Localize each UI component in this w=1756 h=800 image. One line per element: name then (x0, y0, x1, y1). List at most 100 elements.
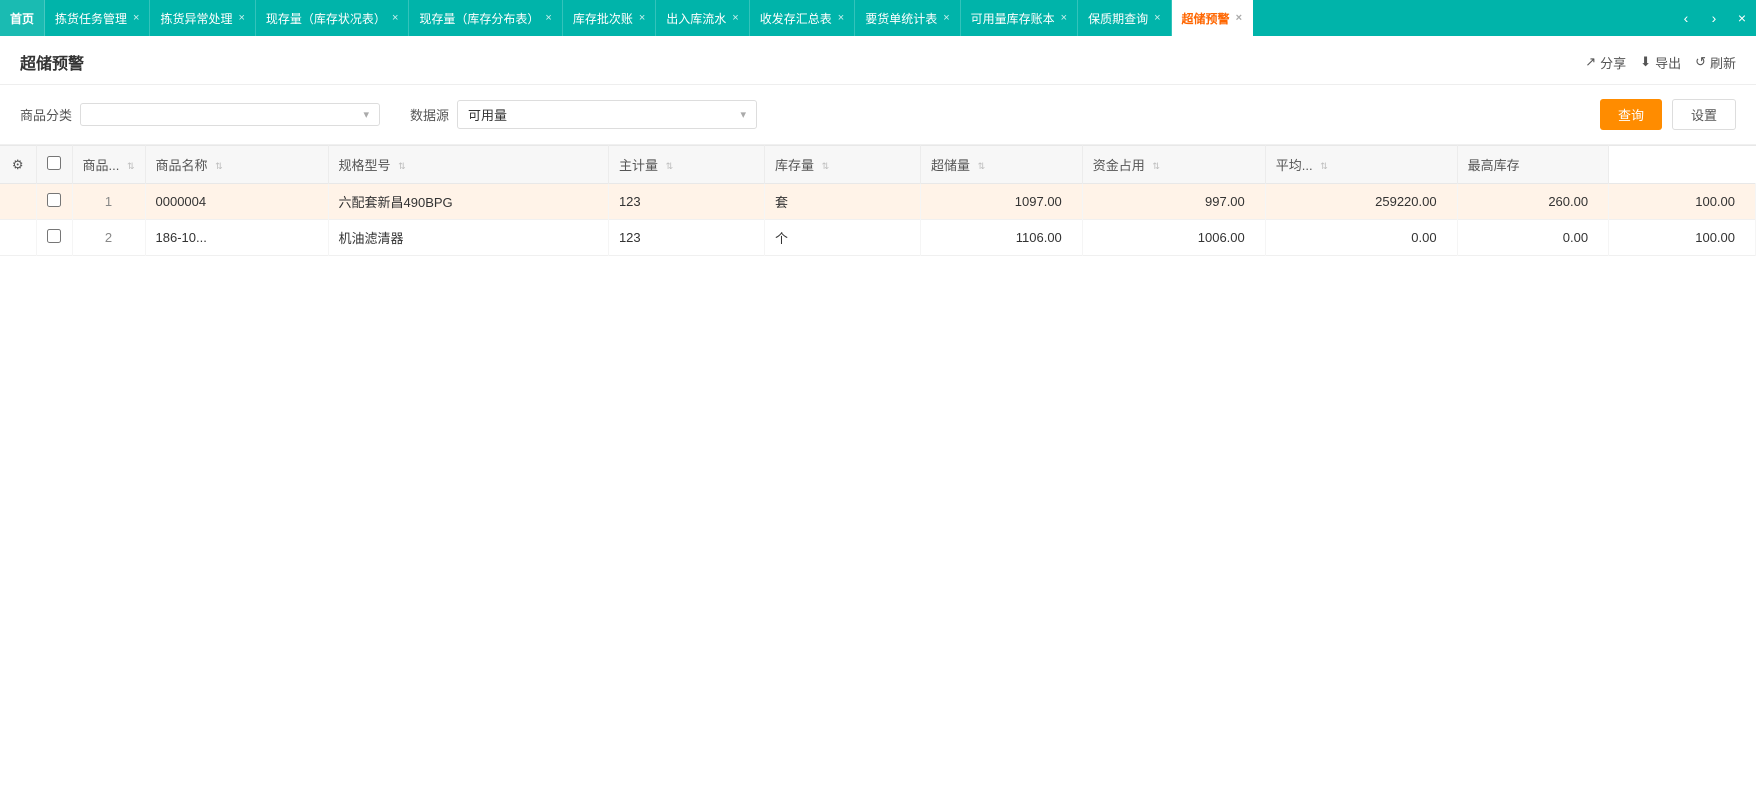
nav-inout-flow-label: 出入库流水 (666, 10, 726, 27)
nav-available[interactable]: 可用量库存账本 × (961, 0, 1078, 36)
row-checkbox-1[interactable] (47, 229, 61, 243)
close-collect[interactable]: × (838, 12, 844, 24)
sort-spec-icon: ⇅ (398, 162, 406, 171)
nav-home[interactable]: 首页 (0, 0, 45, 36)
nav-task-mgmt-label: 拣货任务管理 (55, 10, 127, 27)
header-actions: ↗ 分享 ⬇ 导出 ↺ 刷新 (1585, 53, 1736, 72)
settings-button[interactable]: 设置 (1672, 99, 1736, 130)
row-checkbox-cell-0[interactable] (36, 184, 72, 220)
close-task-mgmt[interactable]: × (133, 12, 139, 24)
nav-abnormal-label: 拣货异常处理 (160, 10, 232, 27)
nav-quality[interactable]: 保质期查询 × (1078, 0, 1171, 36)
col-header-product-name[interactable]: 商品名称 ⇅ (145, 146, 328, 184)
sort-avg-icon: ⇅ (1320, 162, 1328, 171)
filter-row: 商品分类 ▾ 数据源 可用量 ▾ 查询 设置 (0, 85, 1756, 145)
col-header-max-stock[interactable]: 最高库存 (1457, 146, 1609, 184)
col-spec-label: 规格型号 (339, 158, 391, 173)
col-overstock-label: 超储量 (931, 158, 970, 173)
row-spec-0: 123 (608, 184, 764, 220)
sort-product-name-icon: ⇅ (215, 162, 223, 171)
nav-order-stat[interactable]: 要货单统计表 × (855, 0, 960, 36)
row-product-code-0: 0000004 (145, 184, 328, 220)
datasource-select[interactable]: 可用量 ▾ (457, 100, 757, 129)
row-unit-1: 个 (764, 220, 920, 256)
page-wrapper: 超储预警 ↗ 分享 ⬇ 导出 ↺ 刷新 商品分类 ▾ 数据源 (0, 36, 1756, 800)
select-all-checkbox[interactable] (47, 156, 61, 170)
table-body: 1 0000004 六配套新昌490BPG 123 套 1097.00 997.… (0, 184, 1756, 256)
sort-product-code-icon: ⇅ (127, 162, 135, 171)
row-checkbox-cell-1[interactable] (36, 220, 72, 256)
nav-arrow-left[interactable]: ‹ (1672, 0, 1700, 36)
page-title: 超储预警 (20, 50, 84, 74)
col-header-checkbox[interactable] (36, 146, 72, 184)
settings-gear-icon: ⚙ (12, 157, 24, 172)
share-label: 分享 (1600, 53, 1626, 72)
col-header-product-code[interactable]: 商品... ⇅ (72, 146, 145, 184)
row-product-name-1: 机油滤清器 (328, 220, 608, 256)
col-product-code-label: 商品... (83, 158, 120, 173)
row-checkbox-0[interactable] (47, 193, 61, 207)
nav-home-label: 首页 (10, 10, 34, 27)
nav-task-mgmt[interactable]: 拣货任务管理 × (45, 0, 150, 36)
nav-available-label: 可用量库存账本 (971, 10, 1055, 27)
nav-arrow-right[interactable]: › (1700, 0, 1728, 36)
nav-quality-label: 保质期查询 (1088, 10, 1148, 27)
sort-capital-icon: ⇅ (1152, 162, 1160, 171)
col-stock-label: 库存量 (775, 158, 814, 173)
row-unit-0: 套 (764, 184, 920, 220)
filter-category: 商品分类 ▾ (20, 103, 380, 126)
close-quality[interactable]: × (1154, 12, 1160, 24)
close-batch[interactable]: × (639, 12, 645, 24)
row-overstock-0: 997.00 (1082, 184, 1265, 220)
col-avg-label: 平均... (1276, 158, 1313, 173)
row-stock-0: 1097.00 (920, 184, 1082, 220)
col-header-settings[interactable]: ⚙ (0, 146, 36, 184)
table-row: 2 186-10... 机油滤清器 123 个 1106.00 1006.00 … (0, 220, 1756, 256)
col-capital-label: 资金占用 (1093, 158, 1145, 173)
nav-arrow-close[interactable]: × (1728, 0, 1756, 36)
nav-batch[interactable]: 库存批次账 × (563, 0, 656, 36)
sort-unit-icon: ⇅ (666, 162, 674, 171)
row-max-stock-0: 100.00 (1609, 184, 1756, 220)
nav-collect[interactable]: 收发存汇总表 × (750, 0, 855, 36)
nav-order-stat-label: 要货单统计表 (865, 10, 937, 27)
sort-overstock-icon: ⇅ (978, 162, 986, 171)
close-order-stat[interactable]: × (943, 12, 949, 24)
nav-stock-dist[interactable]: 现存量（库存分布表） × (409, 0, 562, 36)
row-capital-1: 0.00 (1265, 220, 1457, 256)
col-header-stock[interactable]: 库存量 ⇅ (764, 146, 920, 184)
col-header-capital[interactable]: 资金占用 ⇅ (1082, 146, 1265, 184)
col-header-spec[interactable]: 规格型号 ⇅ (328, 146, 608, 184)
table-header-row: ⚙ 商品... ⇅ 商品名称 ⇅ 规格型号 ⇅ (0, 146, 1756, 184)
close-stock-dist[interactable]: × (545, 12, 551, 24)
nav-abnormal[interactable]: 拣货异常处理 × (150, 0, 255, 36)
nav-inout-flow[interactable]: 出入库流水 × (656, 0, 749, 36)
data-table: ⚙ 商品... ⇅ 商品名称 ⇅ 规格型号 ⇅ (0, 145, 1756, 256)
row-index-1: 2 (72, 220, 145, 256)
col-max-stock-label: 最高库存 (1468, 158, 1520, 173)
export-button[interactable]: ⬇ 导出 (1640, 53, 1681, 72)
category-label: 商品分类 (20, 105, 72, 124)
row-spec-1: 123 (608, 220, 764, 256)
export-label: 导出 (1655, 53, 1681, 72)
col-header-overstock[interactable]: 超储量 ⇅ (920, 146, 1082, 184)
nav-overstock[interactable]: 超储预警 × (1172, 0, 1253, 36)
table-row: 1 0000004 六配套新昌490BPG 123 套 1097.00 997.… (0, 184, 1756, 220)
query-button[interactable]: 查询 (1600, 99, 1662, 130)
col-header-avg[interactable]: 平均... ⇅ (1265, 146, 1457, 184)
nav-stock-dist-label: 现存量（库存分布表） (419, 10, 539, 27)
close-inout-flow[interactable]: × (732, 12, 738, 24)
nav-stock-status-label: 现存量（库存状况表） (266, 10, 386, 27)
refresh-button[interactable]: ↺ 刷新 (1695, 53, 1736, 72)
refresh-icon: ↺ (1695, 54, 1706, 70)
refresh-label: 刷新 (1710, 53, 1736, 72)
category-select[interactable]: ▾ (80, 103, 380, 126)
close-overstock[interactable]: × (1236, 12, 1242, 24)
close-abnormal[interactable]: × (238, 12, 244, 24)
nav-stock-status[interactable]: 现存量（库存状况表） × (256, 0, 409, 36)
close-available[interactable]: × (1061, 12, 1067, 24)
col-header-unit[interactable]: 主计量 ⇅ (608, 146, 764, 184)
sort-stock-icon: ⇅ (822, 162, 830, 171)
share-button[interactable]: ↗ 分享 (1585, 53, 1626, 72)
close-stock-status[interactable]: × (392, 12, 398, 24)
